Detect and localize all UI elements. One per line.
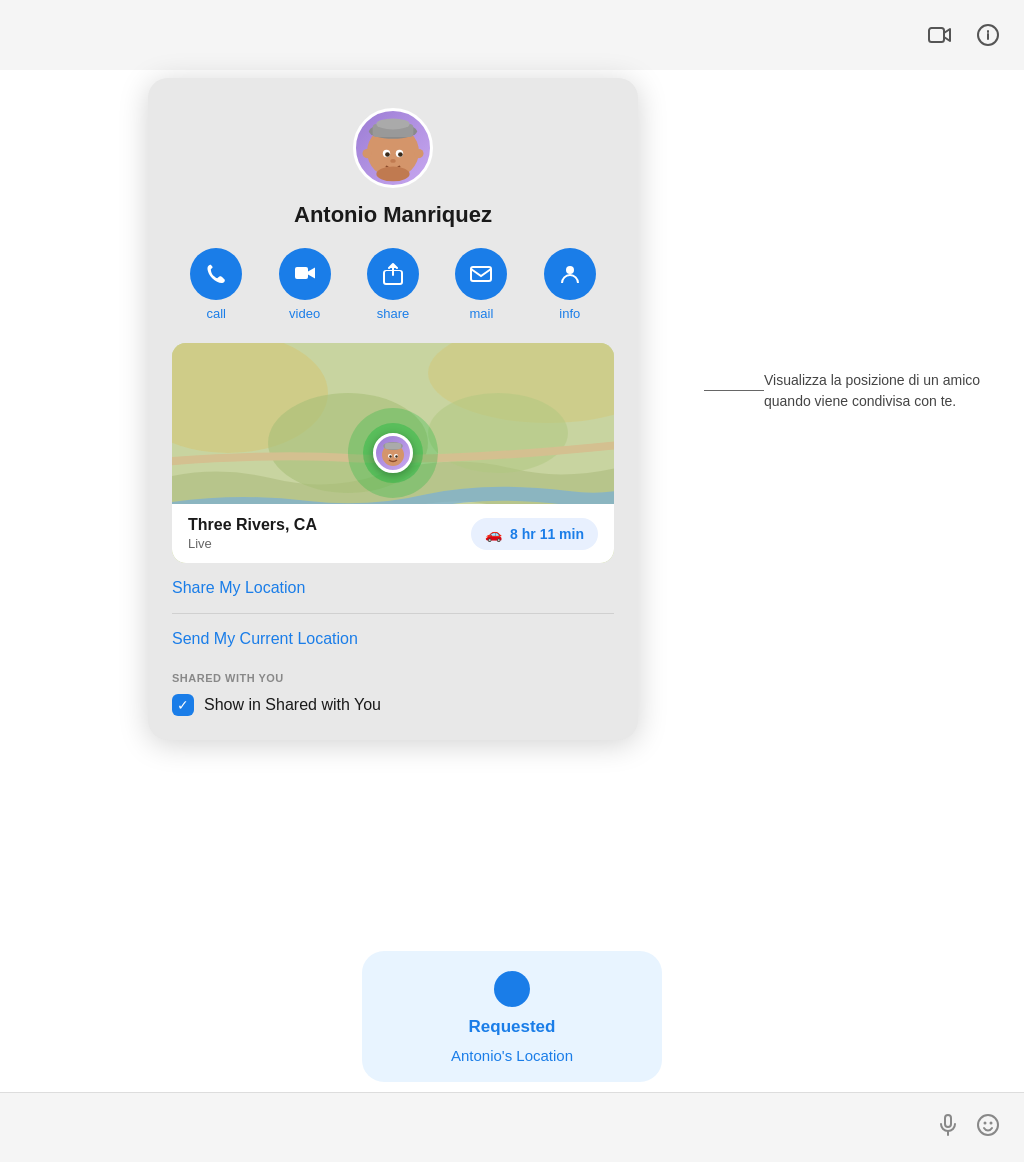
avatar: [353, 108, 433, 188]
action-buttons: call video share: [172, 248, 614, 321]
video-icon: [279, 248, 331, 300]
map-city: Three Rivers, CA: [188, 516, 317, 534]
svg-rect-31: [945, 1115, 951, 1127]
chat-message-area: Requested Antonio's Location: [0, 951, 1024, 1082]
shared-with-you-section: SHARED WITH YOU ✓ Show in Shared with Yo…: [172, 664, 614, 716]
svg-point-32: [978, 1115, 998, 1135]
map-status: Live: [188, 536, 317, 551]
svg-point-29: [389, 455, 391, 457]
audio-icon[interactable]: [936, 1113, 960, 1143]
message-bubble: Requested Antonio's Location: [362, 951, 662, 1082]
drive-time: 8 hr 11 min: [510, 526, 584, 542]
shared-checkbox[interactable]: ✓: [172, 694, 194, 716]
svg-point-34: [990, 1121, 993, 1124]
share-icon: [367, 248, 419, 300]
emoji-icon[interactable]: [976, 1113, 1000, 1143]
info-button[interactable]: info: [544, 248, 596, 321]
call-label: call: [206, 306, 226, 321]
svg-point-33: [984, 1121, 987, 1124]
map-directions-button[interactable]: 🚗 8 hr 11 min: [471, 518, 598, 550]
svg-point-8: [385, 152, 390, 157]
bubble-title: Requested: [469, 1017, 556, 1037]
location-ring-outer: [348, 408, 438, 498]
bubble-subtitle: Antonio's Location: [451, 1047, 573, 1064]
video-label: video: [289, 306, 320, 321]
show-in-shared-row[interactable]: ✓ Show in Shared with You: [172, 694, 614, 716]
send-current-location-link[interactable]: Send My Current Location: [172, 614, 614, 664]
share-my-location-link[interactable]: Share My Location: [172, 563, 614, 614]
svg-point-30: [395, 455, 397, 457]
svg-rect-0: [929, 28, 944, 42]
callout-line: [704, 390, 764, 391]
info-person-icon: [544, 248, 596, 300]
mail-icon: [455, 248, 507, 300]
svg-point-11: [376, 167, 409, 182]
car-icon: 🚗: [485, 526, 502, 542]
share-label: share: [377, 306, 410, 321]
bottom-bar: [0, 1092, 1024, 1162]
map-info-bar: Three Rivers, CA Live 🚗 8 hr 11 min: [172, 504, 614, 563]
svg-point-12: [362, 149, 371, 158]
video-button[interactable]: video: [279, 248, 331, 321]
svg-point-9: [398, 152, 403, 157]
map-location-info: Three Rivers, CA Live: [188, 516, 317, 551]
top-toolbar: [0, 0, 1024, 70]
location-ring-inner: [363, 423, 423, 483]
map-container[interactable]: Three Rivers, CA Live 🚗 8 hr 11 min: [172, 343, 614, 563]
callout: Visualizza la posizione di un amico quan…: [764, 370, 984, 412]
call-icon: [190, 248, 242, 300]
svg-point-5: [376, 118, 409, 129]
svg-rect-26: [385, 443, 401, 449]
location-pin: [348, 408, 438, 498]
mail-button[interactable]: mail: [455, 248, 507, 321]
video-call-icon[interactable]: [924, 19, 956, 51]
show-in-shared-label: Show in Shared with You: [204, 696, 381, 714]
info-label: info: [559, 306, 580, 321]
shared-with-you-label: SHARED WITH YOU: [172, 672, 614, 684]
svg-point-18: [566, 266, 574, 274]
contact-name: Antonio Manriquez: [172, 202, 614, 228]
location-avatar: [373, 433, 413, 473]
svg-rect-14: [295, 267, 308, 279]
svg-point-10: [390, 159, 396, 163]
bubble-dot: [494, 971, 530, 1007]
call-button[interactable]: call: [190, 248, 242, 321]
contact-card: Antonio Manriquez call video: [148, 78, 638, 740]
mail-label: mail: [469, 306, 493, 321]
share-button[interactable]: share: [367, 248, 419, 321]
callout-text: Visualizza la posizione di un amico quan…: [764, 370, 984, 412]
avatar-container: [172, 108, 614, 188]
info-icon[interactable]: [972, 19, 1004, 51]
svg-rect-17: [471, 267, 491, 281]
svg-point-13: [414, 149, 423, 158]
